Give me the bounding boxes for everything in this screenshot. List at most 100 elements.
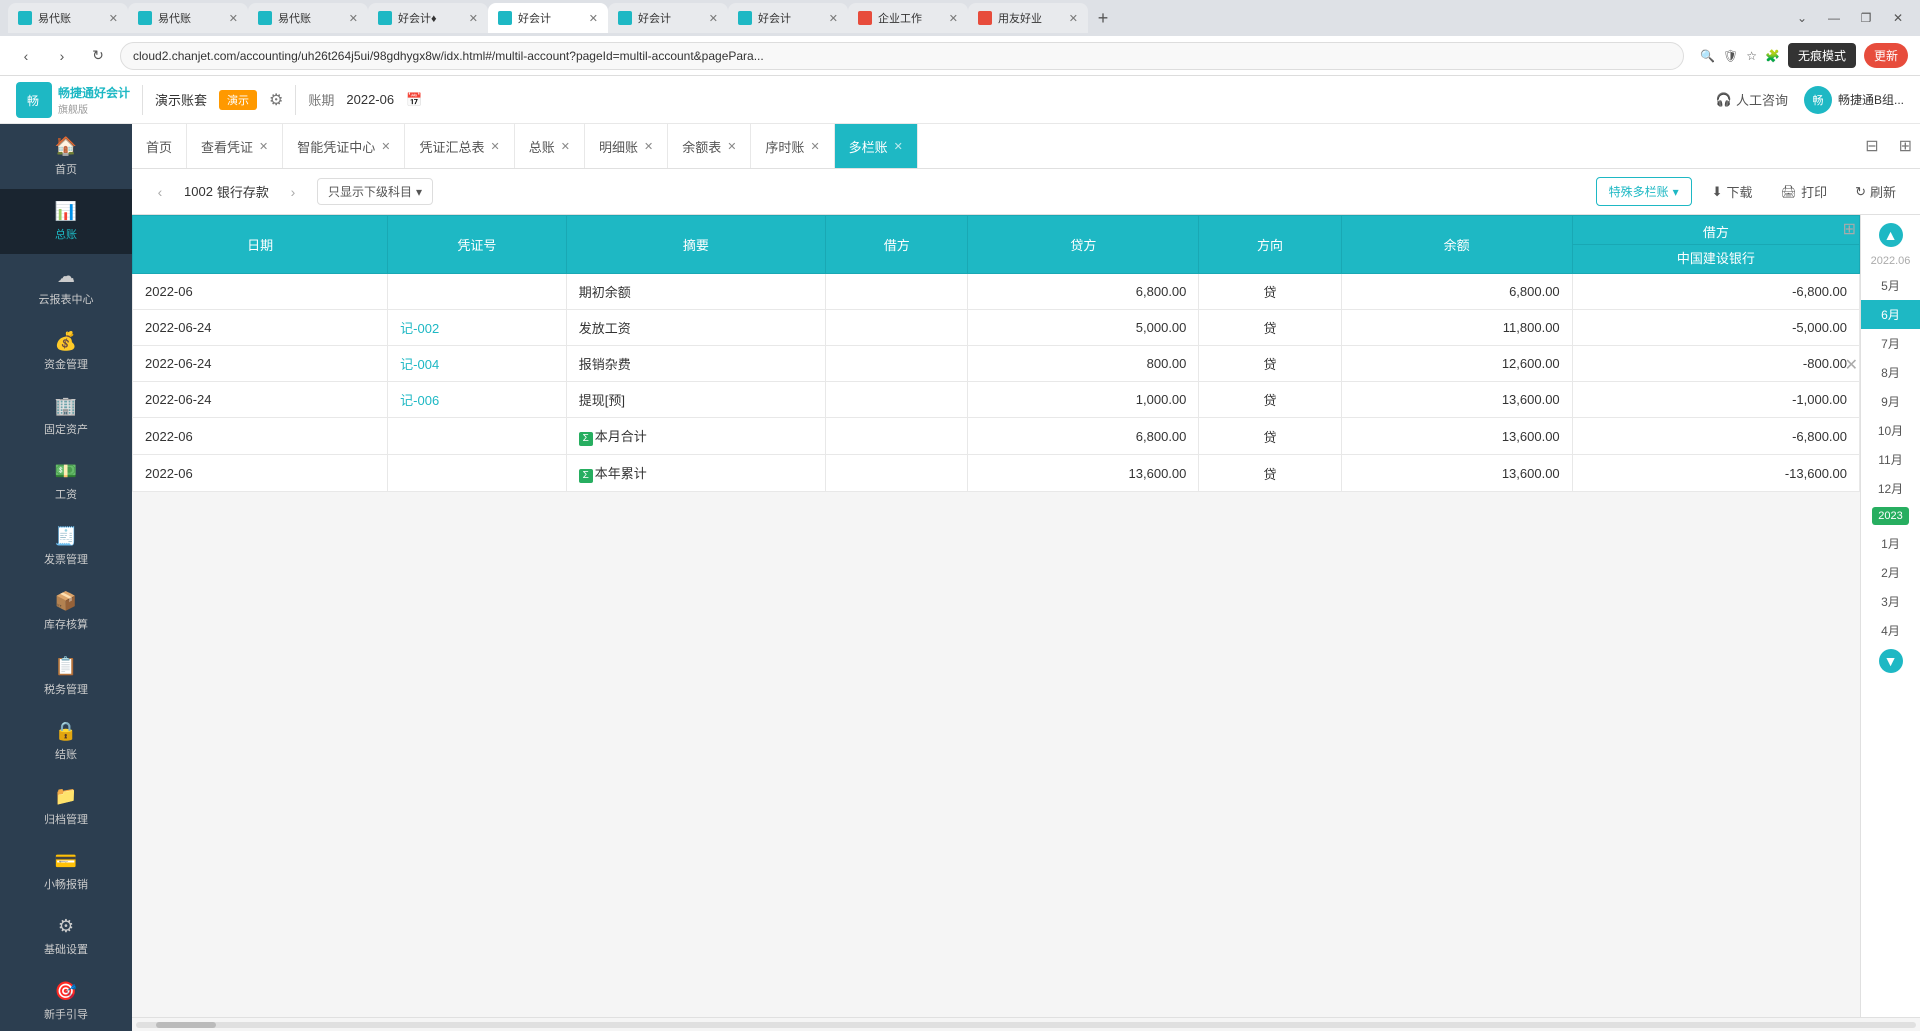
tab-close-2[interactable]: ✕ — [229, 12, 238, 25]
close-sidebar-button[interactable]: ✕ — [1845, 355, 1858, 375]
scrollbar-track[interactable] — [136, 1022, 1916, 1028]
tab-smart-voucher-close[interactable]: ✕ — [381, 140, 390, 153]
browser-tab-8[interactable]: 企业工作 ✕ — [848, 3, 968, 33]
tab-sequence-close[interactable]: ✕ — [810, 140, 819, 153]
tab-multi-column[interactable]: 多栏账 ✕ — [835, 124, 918, 168]
print-button[interactable]: 🖨 打印 — [1773, 178, 1836, 205]
search-icon[interactable]: 🔍 — [1700, 49, 1715, 63]
rs-month-feb[interactable]: 2月 — [1861, 558, 1920, 587]
rs-month-may[interactable]: 5月 — [1861, 271, 1920, 300]
tab-balance[interactable]: 余额表 ✕ — [668, 124, 751, 168]
special-multi-column-button[interactable]: 特殊多栏账 ▾ — [1596, 177, 1692, 206]
tab-smart-voucher[interactable]: 智能凭证中心 ✕ — [283, 124, 405, 168]
user-area[interactable]: 畅 畅捷通B组... — [1804, 86, 1904, 114]
sidebar-item-funds[interactable]: 💰 资金管理 — [0, 319, 132, 384]
sidebar-item-salary[interactable]: 💵 工资 — [0, 449, 132, 514]
tab-close-4[interactable]: ✕ — [469, 12, 478, 25]
rs-month-dec[interactable]: 12月 — [1861, 474, 1920, 503]
sidebar-item-tax[interactable]: 📋 税务管理 — [0, 644, 132, 709]
consult-button[interactable]: 🎧 人工咨询 — [1716, 90, 1788, 109]
browser-tab-1[interactable]: 易代账 ✕ — [8, 3, 128, 33]
tab-close-9[interactable]: ✕ — [1069, 12, 1078, 25]
rs-month-mar[interactable]: 3月 — [1861, 587, 1920, 616]
sidebar-item-ledger[interactable]: 📊 总账 — [0, 189, 132, 254]
sidebar-item-expense[interactable]: 💳 小畅报销 — [0, 839, 132, 904]
rs-month-nov[interactable]: 11月 — [1861, 445, 1920, 474]
next-account-button[interactable]: › — [281, 180, 305, 204]
settings-icon[interactable]: ⚙ — [269, 90, 283, 110]
period-value[interactable]: 2022-06 — [346, 92, 394, 107]
sidebar-item-invoice[interactable]: 🧾 发票管理 — [0, 514, 132, 579]
close-window-button[interactable]: ✕ — [1884, 4, 1912, 32]
rs-month-apr[interactable]: 4月 — [1861, 616, 1920, 645]
voucher-link[interactable]: 记-002 — [400, 321, 439, 336]
sidebar-item-home[interactable]: 🏠 首页 — [0, 124, 132, 189]
tab-view-voucher-close[interactable]: ✕ — [259, 140, 268, 153]
tab-sequence[interactable]: 序时账 ✕ — [751, 124, 834, 168]
tab-general-ledger[interactable]: 总账 ✕ — [515, 124, 585, 168]
tab-close-8[interactable]: ✕ — [949, 12, 958, 25]
browser-tab-3[interactable]: 易代账 ✕ — [248, 3, 368, 33]
rs-scroll-down-button[interactable]: ▼ — [1879, 649, 1903, 673]
tab-home[interactable]: 首页 — [132, 124, 187, 168]
sidebar-item-close[interactable]: 🔒 结账 — [0, 709, 132, 774]
maximize-button[interactable]: ❐ — [1852, 4, 1880, 32]
refresh-button[interactable]: ↻ 刷新 — [1847, 178, 1904, 205]
browser-tab-2[interactable]: 易代账 ✕ — [128, 3, 248, 33]
update-button[interactable]: 更新 — [1864, 43, 1908, 68]
tab-general-ledger-close[interactable]: ✕ — [561, 140, 570, 153]
account-selector[interactable]: 1002 银行存款 — [184, 182, 269, 201]
tab-voucher-summary-close[interactable]: ✕ — [491, 140, 500, 153]
sidebar-item-basic[interactable]: ⚙ 基础设置 — [0, 904, 132, 969]
rs-month-sep[interactable]: 9月 — [1861, 387, 1920, 416]
tab-list-button[interactable]: ⌄ — [1788, 4, 1816, 32]
tab-close-3[interactable]: ✕ — [349, 12, 358, 25]
browser-tab-4[interactable]: 好会计♦ ✕ — [368, 3, 488, 33]
tab-balance-close[interactable]: ✕ — [727, 140, 736, 153]
scrollbar-thumb[interactable] — [156, 1022, 216, 1028]
tab-detail-ledger[interactable]: 明细账 ✕ — [585, 124, 668, 168]
rs-month-jul[interactable]: 7月 — [1861, 329, 1920, 358]
star-icon[interactable]: ☆ — [1746, 49, 1757, 63]
forward-button[interactable]: › — [48, 42, 76, 70]
rs-month-oct[interactable]: 10月 — [1861, 416, 1920, 445]
browser-tab-5[interactable]: 好会计 ✕ — [488, 3, 608, 33]
address-input[interactable] — [120, 42, 1684, 70]
tab-view-voucher[interactable]: 查看凭证 ✕ — [187, 124, 283, 168]
wuhen-button[interactable]: 无痕模式 — [1788, 43, 1856, 68]
new-tab-button[interactable]: + — [1088, 3, 1118, 33]
voucher-link[interactable]: 记-006 — [400, 393, 439, 408]
horizontal-scrollbar[interactable] — [132, 1017, 1920, 1031]
sidebar-item-inventory[interactable]: 📦 库存核算 — [0, 579, 132, 644]
browser-tab-6[interactable]: 好会计 ✕ — [608, 3, 728, 33]
voucher-link[interactable]: 记-004 — [400, 357, 439, 372]
extension-icon[interactable]: 🧩 — [1765, 49, 1780, 63]
sidebar-item-reports[interactable]: ☁ 云报表中心 — [0, 254, 132, 319]
tab-close-7[interactable]: ✕ — [829, 12, 838, 25]
tab-close-5[interactable]: ✕ — [589, 12, 598, 25]
rs-year-badge-2023[interactable]: 2023 — [1872, 507, 1908, 525]
expand-sidebar-button[interactable]: ⊞ — [1839, 215, 1860, 243]
browser-tab-9[interactable]: 用友好业 ✕ — [968, 3, 1088, 33]
download-button[interactable]: ⬇ 下载 — [1704, 178, 1761, 205]
refresh-page-button[interactable]: ↻ — [84, 42, 112, 70]
back-button[interactable]: ‹ — [12, 42, 40, 70]
tab-collapse-button[interactable]: ⊟ — [1853, 136, 1890, 156]
sidebar-item-archive[interactable]: 📁 归档管理 — [0, 774, 132, 839]
browser-tab-7[interactable]: 好会计 ✕ — [728, 3, 848, 33]
minimize-button[interactable]: — — [1820, 4, 1848, 32]
rs-scroll-up-button[interactable]: ▲ — [1879, 223, 1903, 247]
tab-expand-button[interactable]: ⊞ — [1891, 136, 1920, 156]
tab-multi-column-close[interactable]: ✕ — [894, 140, 903, 153]
rs-month-aug[interactable]: 8月 — [1861, 358, 1920, 387]
tab-detail-ledger-close[interactable]: ✕ — [644, 140, 653, 153]
sidebar-item-assets[interactable]: 🏢 固定资产 — [0, 384, 132, 449]
tab-voucher-summary[interactable]: 凭证汇总表 ✕ — [405, 124, 514, 168]
rs-month-jan[interactable]: 1月 — [1861, 529, 1920, 558]
tab-close-6[interactable]: ✕ — [709, 12, 718, 25]
prev-account-button[interactable]: ‹ — [148, 180, 172, 204]
calendar-icon[interactable]: 📅 — [406, 92, 422, 108]
tab-close-1[interactable]: ✕ — [109, 12, 118, 25]
subject-filter[interactable]: 只显示下级科目 ▾ — [317, 178, 433, 205]
sidebar-item-guide[interactable]: 🎯 新手引导 — [0, 969, 132, 1031]
